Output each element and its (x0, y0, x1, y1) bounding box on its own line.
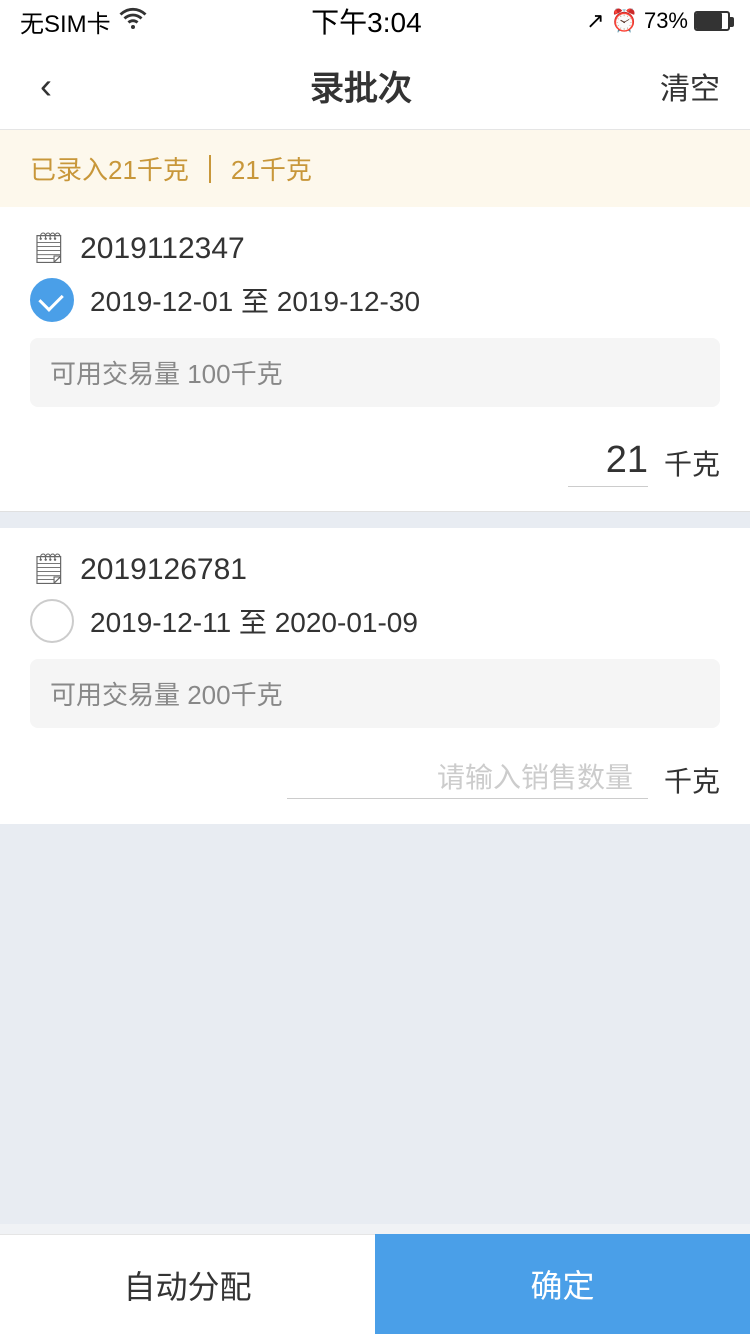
quantity-value-1: 21 (568, 439, 648, 487)
main-content: 已录入21千克 21千克 🗒 2019112347 2019-12-01 至 2… (0, 130, 750, 1324)
gray-area (0, 824, 750, 1224)
summary-value: 21千克 (231, 150, 312, 187)
quantity-input-2[interactable] (287, 762, 648, 799)
item-card-2: 🗒 2019126781 2019-12-11 至 2020-01-09 可用交… (0, 528, 750, 824)
bottom-bar: 自动分配 确定 (0, 1234, 750, 1334)
item-quota-2: 可用交易量 200千克 (30, 659, 720, 728)
radio-btn-2[interactable] (30, 599, 74, 643)
summary-banner: 已录入21千克 21千克 (0, 130, 750, 207)
item-header-1: 🗒 2019112347 (0, 207, 750, 278)
item-date-2: 2019-12-11 至 2020-01-09 (90, 601, 418, 641)
wifi-icon (119, 7, 147, 36)
item-header-2: 🗒 2019126781 (0, 528, 750, 599)
page-title: 录批次 (310, 61, 412, 110)
input-unit-2: 千克 (664, 760, 720, 800)
location-icon: ↗ (586, 8, 604, 34)
clear-button[interactable]: 清空 (660, 64, 720, 108)
status-left: 无SIM卡 (20, 4, 147, 39)
auto-distribute-button[interactable]: 自动分配 (0, 1234, 375, 1334)
status-right: ↗ ⏰ 73% (586, 8, 730, 34)
summary-recorded-label: 已录入21千克 (30, 150, 189, 187)
summary-divider (209, 155, 211, 183)
back-button[interactable]: ‹ (30, 55, 62, 117)
item-id-1: 2019112347 (80, 232, 245, 266)
status-bar: 无SIM卡 下午3:04 ↗ ⏰ 73% (0, 0, 750, 42)
input-row-2: 千克 (0, 744, 750, 824)
section-separator (0, 512, 750, 528)
item-quota-1: 可用交易量 100千克 (30, 338, 720, 407)
radio-btn-1[interactable] (30, 278, 74, 322)
battery-icon (694, 11, 730, 31)
battery-text: 73% (644, 8, 688, 34)
quantity-unit-1: 千克 (664, 443, 720, 483)
item-icon-2: 🗒 (30, 552, 68, 587)
item-icon-1: 🗒 (30, 231, 68, 266)
item-date-row-1: 2019-12-01 至 2019-12-30 (0, 278, 750, 338)
item-card-1: 🗒 2019112347 2019-12-01 至 2019-12-30 可用交… (0, 207, 750, 512)
nav-bar: ‹ 录批次 清空 (0, 42, 750, 130)
item-date-row-2: 2019-12-11 至 2020-01-09 (0, 599, 750, 659)
carrier-text: 无SIM卡 (20, 4, 111, 39)
item-id-2: 2019126781 (80, 553, 247, 587)
confirm-button[interactable]: 确定 (375, 1234, 750, 1334)
item-date-1: 2019-12-01 至 2019-12-30 (90, 280, 420, 320)
status-time: 下午3:04 (311, 1, 422, 41)
alarm-icon: ⏰ (611, 8, 638, 34)
quantity-row-1: 21 千克 (0, 423, 750, 512)
